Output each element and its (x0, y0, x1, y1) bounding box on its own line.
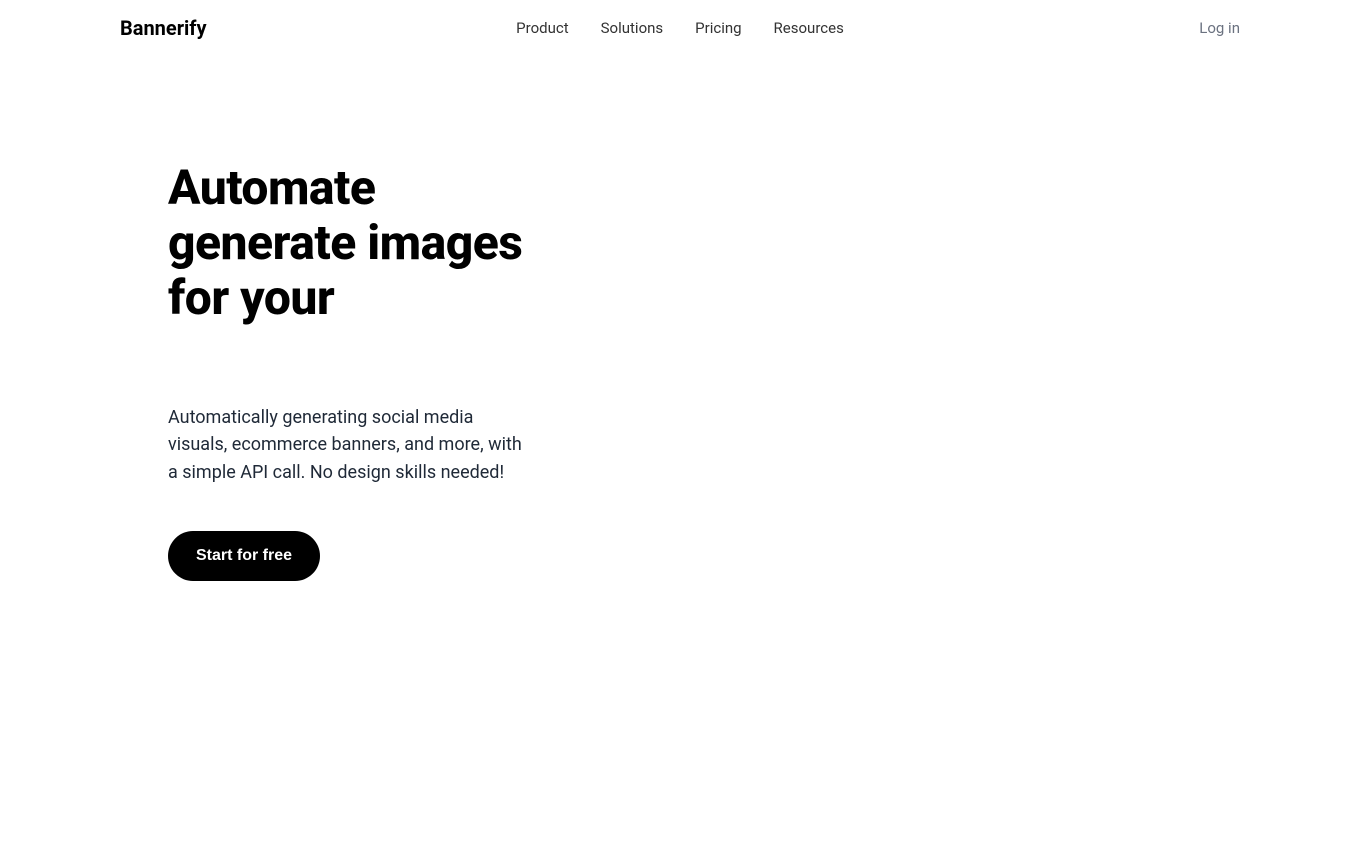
nav-link-resources[interactable]: Resources (774, 19, 844, 37)
hero-section: Automate generate images for your Automa… (0, 56, 700, 581)
hero-title: Automate generate images for your (168, 160, 532, 326)
nav-main: Product Solutions Pricing Resources (516, 19, 844, 37)
hero-description: Automatically generating social media vi… (168, 404, 532, 488)
nav-link-product[interactable]: Product (516, 19, 568, 37)
nav-link-pricing[interactable]: Pricing (695, 19, 741, 37)
login-link[interactable]: Log in (1199, 19, 1240, 37)
start-for-free-button[interactable]: Start for free (168, 531, 320, 581)
logo[interactable]: Bannerify (120, 16, 207, 40)
nav-right: Log in (1199, 19, 1240, 37)
nav-link-solutions[interactable]: Solutions (601, 19, 664, 37)
header: Bannerify Product Solutions Pricing Reso… (0, 0, 1360, 56)
